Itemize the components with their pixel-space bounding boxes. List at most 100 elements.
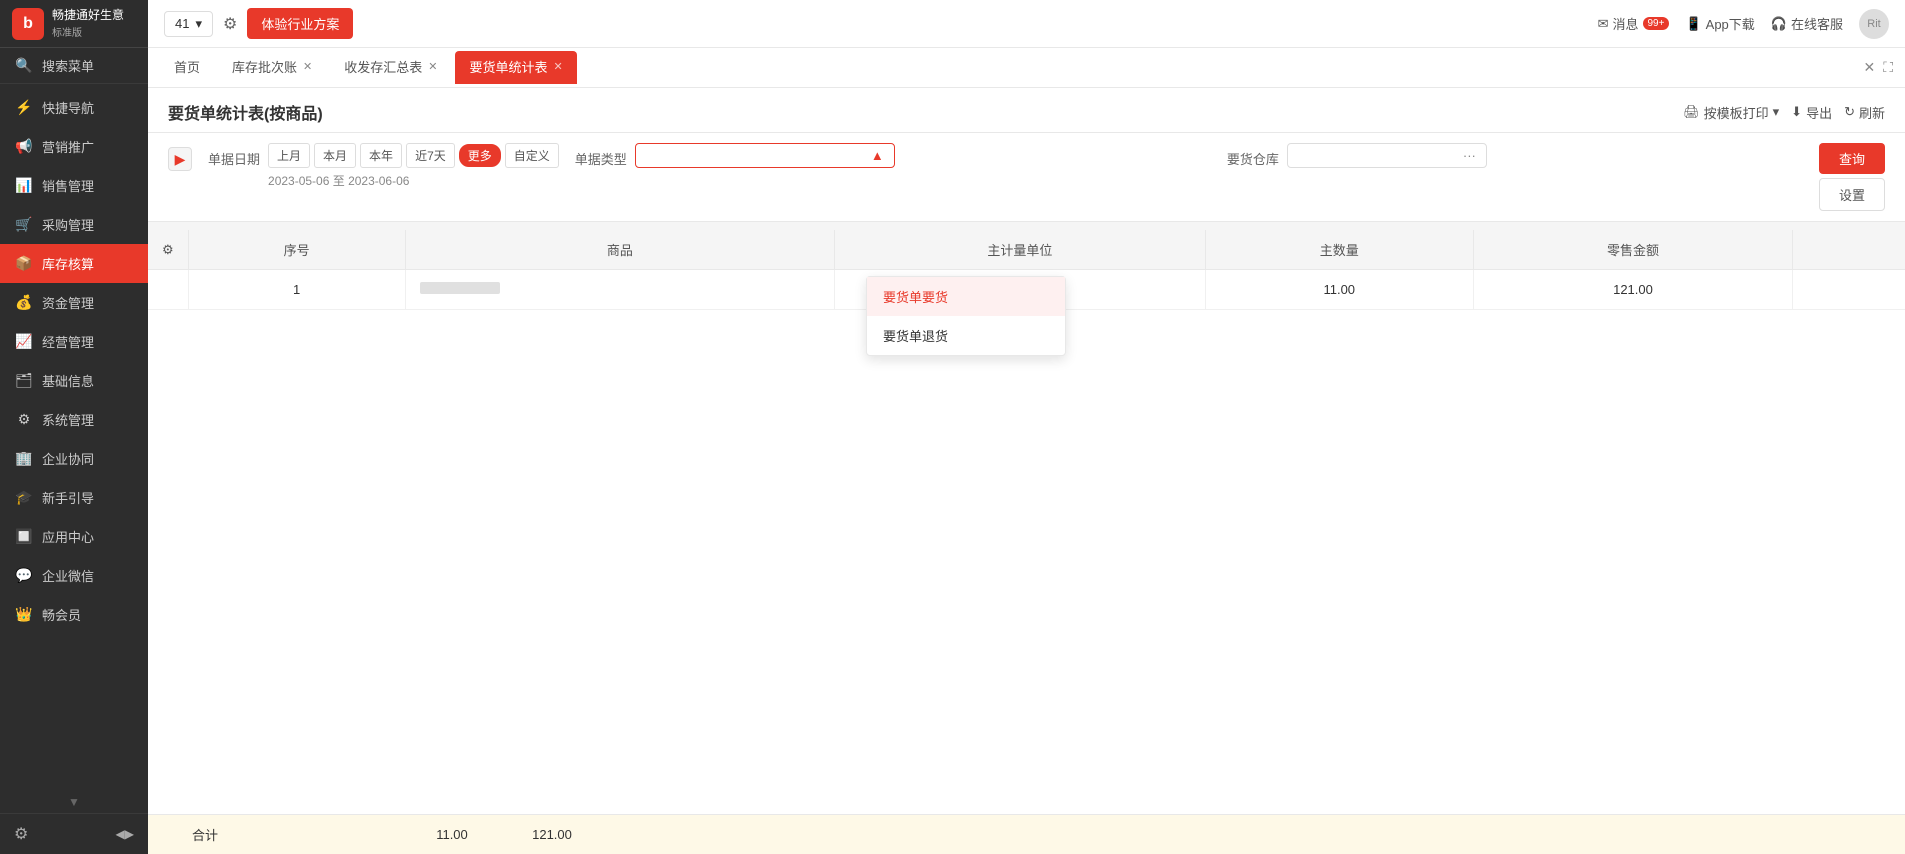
sidebar-item-label: 快捷导航 [42,98,94,117]
query-btn[interactable]: 查询 [1819,143,1885,174]
warehouse-label: 要货仓库 [1227,143,1279,168]
settings-icon[interactable]: ⚙ [14,824,28,844]
warehouse-select[interactable]: ··· [1287,143,1487,168]
tab-batch-stock-label: 库存批次账 [232,57,297,76]
collapse-icon[interactable]: ◀▶ [116,827,134,841]
footer-total-amount: 121.00 [502,827,602,842]
filter-expand-btn[interactable]: ▶ [168,147,192,171]
tab-recv-summary[interactable]: 收发存汇总表 ✕ [330,51,451,84]
sidebar-item-inventory[interactable]: 📦 库存核算 [0,244,148,283]
store-selector[interactable]: 41 ▾ [164,11,213,37]
print-dropdown-icon: ▾ [1773,104,1780,120]
type-filter-group: 单据类型 ▲ [575,143,895,168]
type-select[interactable]: ▲ [635,143,895,168]
warehouse-filter-group: 要货仓库 ··· [1227,143,1487,168]
settings-gear-icon[interactable]: ⚙ [223,14,237,34]
this-year-btn[interactable]: 本年 [360,143,402,168]
user-avatar[interactable]: Rit [1859,9,1889,39]
footer-total-label: 合计 [162,825,402,844]
dropdown-item-order-purchase[interactable]: 要货单要货 [867,277,1065,316]
sidebar-item-enterprise[interactable]: 🏢 企业协同 [0,439,148,478]
date-label: 单据日期 [208,143,260,168]
filter-action-btns: 查询 设置 [1819,143,1885,211]
sidebar-item-wechat[interactable]: 💬 企业微信 [0,556,148,595]
app-download-btn[interactable]: 📱 App下载 [1685,14,1754,33]
prev-month-btn[interactable]: 上月 [268,143,310,168]
cell-extra [1793,270,1905,310]
logo-icon: b [12,8,44,40]
sidebar-item-basic[interactable]: 🗂 基础信息 [0,361,148,400]
sidebar-nav: ⚡ 快捷导航 📢 营销推广 📊 销售管理 🛒 采购管理 📦 库存核算 💰 资金管… [0,84,148,791]
tab-home[interactable]: 首页 [160,51,214,84]
basic-icon: 🗂 [14,372,34,389]
custom-date-btn[interactable]: 自定义 [505,143,559,168]
tab-close-icon[interactable]: ✕ [428,60,437,73]
footer-total-qty: 11.00 [402,827,502,842]
last-7days-btn[interactable]: 近7天 [406,143,455,168]
expand-window-icon[interactable]: ⛶ [1883,59,1893,76]
sidebar-item-purchase[interactable]: 🛒 采购管理 [0,205,148,244]
close-window-icon[interactable]: ✕ [1863,59,1875,76]
header-left: 41 ▾ ⚙ 体验行业方案 [164,8,353,39]
refresh-btn[interactable]: ↻ 刷新 [1844,103,1885,122]
warehouse-more-icon[interactable]: ··· [1463,148,1476,163]
cell-gear [148,270,188,310]
guide-icon: 🎓 [14,489,34,506]
col-product: 商品 [405,230,835,270]
sidebar-item-apps[interactable]: 🔲 应用中心 [0,517,148,556]
sidebar-item-sales[interactable]: 📊 销售管理 [0,166,148,205]
online-service-btn[interactable]: 🎧 在线客服 [1771,14,1843,33]
sidebar-item-label: 销售管理 [42,176,94,195]
sidebar-item-label: 企业微信 [42,566,94,585]
refresh-label: 刷新 [1859,103,1885,122]
dropdown-item-label: 要货单要货 [883,290,948,305]
sidebar-logo: b 畅捷通好生意 标准版 [0,0,148,48]
dropdown-item-order-return[interactable]: 要货单退货 [867,316,1065,355]
messages-btn[interactable]: ✉ 消息 99+ [1598,14,1670,33]
sales-icon: 📊 [14,177,34,194]
type-dropdown-menu: 要货单要货 要货单退货 [866,276,1066,356]
sidebar-item-finance[interactable]: 💰 资金管理 [0,283,148,322]
sidebar-item-label: 新手引导 [42,488,94,507]
refresh-icon: ↻ [1844,104,1855,120]
search-icon: 🔍 [14,57,34,74]
print-template-btn[interactable]: 🖨 按模板打印 ▾ [1683,103,1779,122]
app-download-label: App下载 [1706,14,1755,33]
sidebar-search[interactable]: 🔍 搜索菜单 [0,48,148,84]
tab-close-icon[interactable]: ✕ [303,60,312,73]
settings-btn[interactable]: 设置 [1819,178,1885,211]
inventory-icon: 📦 [14,255,34,272]
store-name: 41 [175,16,189,31]
sidebar-item-label: 库存核算 [42,254,94,273]
col-gear[interactable]: ⚙ [148,230,188,270]
sidebar-item-member[interactable]: 👑 畅会员 [0,595,148,634]
cell-seq: 1 [188,270,405,310]
col-extra [1793,230,1905,270]
sidebar-item-marketing[interactable]: 📢 营销推广 [0,127,148,166]
sidebar-scroll-down[interactable]: ▼ [0,791,148,813]
finance-icon: 💰 [14,294,34,311]
this-month-btn[interactable]: 本月 [314,143,356,168]
trial-btn[interactable]: 体验行业方案 [247,8,353,39]
search-label: 搜索菜单 [42,56,94,75]
col-quantity: 主数量 [1205,230,1473,270]
export-btn[interactable]: ⬇ 导出 [1791,103,1832,122]
sidebar-item-guide[interactable]: 🎓 新手引导 [0,478,148,517]
tab-close-icon[interactable]: ✕ [554,60,563,73]
online-service-label: 在线客服 [1791,14,1843,33]
sidebar: b 畅捷通好生意 标准版 🔍 搜索菜单 ⚡ 快捷导航 📢 营销推广 📊 销售管理… [0,0,148,854]
tab-order-stat[interactable]: 要货单统计表 ✕ [455,51,576,84]
col-seq: 序号 [188,230,405,270]
download-icon: 📱 [1685,16,1701,32]
messages-label: 消息 [1612,14,1638,33]
sidebar-item-operations[interactable]: 📈 经营管理 [0,322,148,361]
more-options-badge[interactable]: 更多 [459,144,501,167]
page-actions: 🖨 按模板打印 ▾ ⬇ 导出 ↻ 刷新 [1683,103,1885,122]
sidebar-item-system[interactable]: ⚙ 系统管理 [0,400,148,439]
col-unit: 主计量单位 [835,230,1206,270]
header-right: ✉ 消息 99+ 📱 App下载 🎧 在线客服 Rit [1598,9,1889,39]
sidebar-item-quick-nav[interactable]: ⚡ 快捷导航 [0,88,148,127]
sidebar-item-label: 基础信息 [42,371,94,390]
tab-batch-stock[interactable]: 库存批次账 ✕ [218,51,326,84]
tab-order-stat-label: 要货单统计表 [469,57,547,76]
